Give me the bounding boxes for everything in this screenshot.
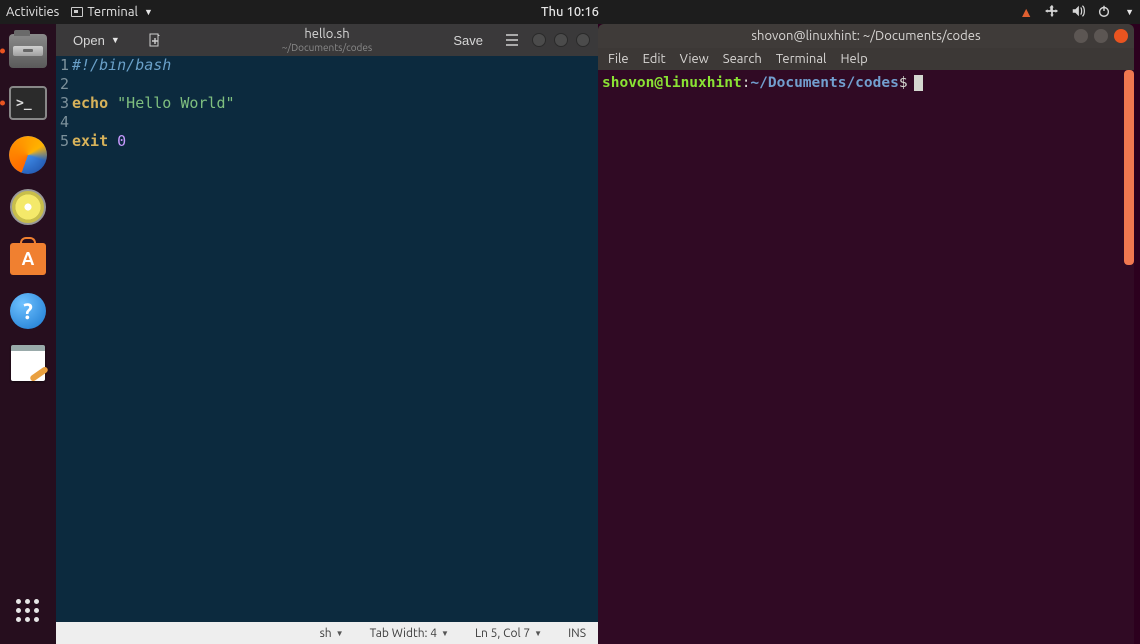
cursor-position[interactable]: Ln 5, Col 7▼ <box>475 627 542 640</box>
menu-search[interactable]: Search <box>723 52 762 66</box>
gedit-window: Open▼ hello.sh ~/Documents/codes Save 12… <box>56 24 598 644</box>
activities-button[interactable]: Activities <box>6 5 59 19</box>
close-button[interactable] <box>576 33 590 47</box>
dock-rhythmbox[interactable] <box>7 186 49 228</box>
network-icon[interactable] <box>1045 4 1059 21</box>
hamburger-icon <box>505 34 519 46</box>
dock-help[interactable]: ? <box>7 290 49 332</box>
menu-terminal[interactable]: Terminal <box>776 52 827 66</box>
terminal-icon: >_ <box>9 86 47 120</box>
help-icon: ? <box>10 293 46 329</box>
insert-mode: INS <box>568 627 586 640</box>
chevron-down-icon: ▼ <box>111 35 120 45</box>
terminal-body[interactable]: shovon@linuxhint:~/Documents/codes$ <box>598 70 1134 644</box>
gedit-statusbar: sh▼ Tab Width: 4▼ Ln 5, Col 7▼ INS <box>56 622 598 644</box>
save-button[interactable]: Save <box>444 29 492 52</box>
editor-area[interactable]: 12345 #!/bin/bash echo "Hello World" exi… <box>56 56 598 622</box>
scrollbar-thumb[interactable] <box>1124 70 1134 265</box>
maximize-button[interactable] <box>554 33 568 47</box>
line-gutter: 12345 <box>56 56 70 622</box>
terminal-app-icon <box>71 7 83 17</box>
terminal-cursor <box>914 75 923 91</box>
sound-icon[interactable] <box>1071 4 1085 21</box>
apps-grid-icon <box>16 599 40 623</box>
top-panel: Activities Terminal ▼ Thu 10:16 ▲ ▼ <box>0 0 1140 24</box>
power-icon[interactable] <box>1097 4 1111 21</box>
terminal-window: shovon@linuxhint: ~/Documents/codes File… <box>598 24 1134 644</box>
dock-text-editor[interactable] <box>7 342 49 384</box>
open-button[interactable]: Open▼ <box>64 29 129 52</box>
clock[interactable]: Thu 10:16 <box>541 5 599 19</box>
files-icon <box>9 34 47 68</box>
disc-icon <box>10 189 46 225</box>
window-indicator[interactable]: Terminal ▼ <box>71 5 153 19</box>
menu-help[interactable]: Help <box>840 52 867 66</box>
dock-software[interactable] <box>7 238 49 280</box>
update-warning-icon[interactable]: ▲ <box>1019 4 1033 20</box>
software-icon <box>10 243 46 275</box>
system-menu-chevron-icon[interactable]: ▼ <box>1125 7 1134 17</box>
language-selector[interactable]: sh▼ <box>320 627 344 640</box>
gedit-title: hello.sh ~/Documents/codes <box>282 27 373 52</box>
show-applications[interactable] <box>7 590 49 632</box>
terminal-menubar: File Edit View Search Terminal Help <box>598 48 1134 70</box>
tab-width-selector[interactable]: Tab Width: 4▼ <box>370 627 449 640</box>
minimize-button[interactable] <box>1074 29 1088 43</box>
menu-file[interactable]: File <box>608 52 629 66</box>
maximize-button[interactable] <box>1094 29 1108 43</box>
gedit-headerbar: Open▼ hello.sh ~/Documents/codes Save <box>56 24 598 56</box>
chevron-down-icon: ▼ <box>144 7 153 17</box>
code-content[interactable]: #!/bin/bash echo "Hello World" exit 0 <box>70 56 235 622</box>
menu-edit[interactable]: Edit <box>643 52 666 66</box>
close-button[interactable] <box>1114 29 1128 43</box>
dock-terminal[interactable]: >_ <box>7 82 49 124</box>
new-document-icon <box>148 33 162 47</box>
dock-files[interactable] <box>7 30 49 72</box>
dock: >_ ? <box>0 24 56 644</box>
new-tab-button[interactable] <box>139 29 171 51</box>
firefox-icon <box>9 136 47 174</box>
hamburger-menu-button[interactable] <box>500 30 524 50</box>
notepad-icon <box>11 345 45 381</box>
minimize-button[interactable] <box>532 33 546 47</box>
dock-firefox[interactable] <box>7 134 49 176</box>
terminal-titlebar[interactable]: shovon@linuxhint: ~/Documents/codes <box>598 24 1134 48</box>
menu-view[interactable]: View <box>680 52 709 66</box>
